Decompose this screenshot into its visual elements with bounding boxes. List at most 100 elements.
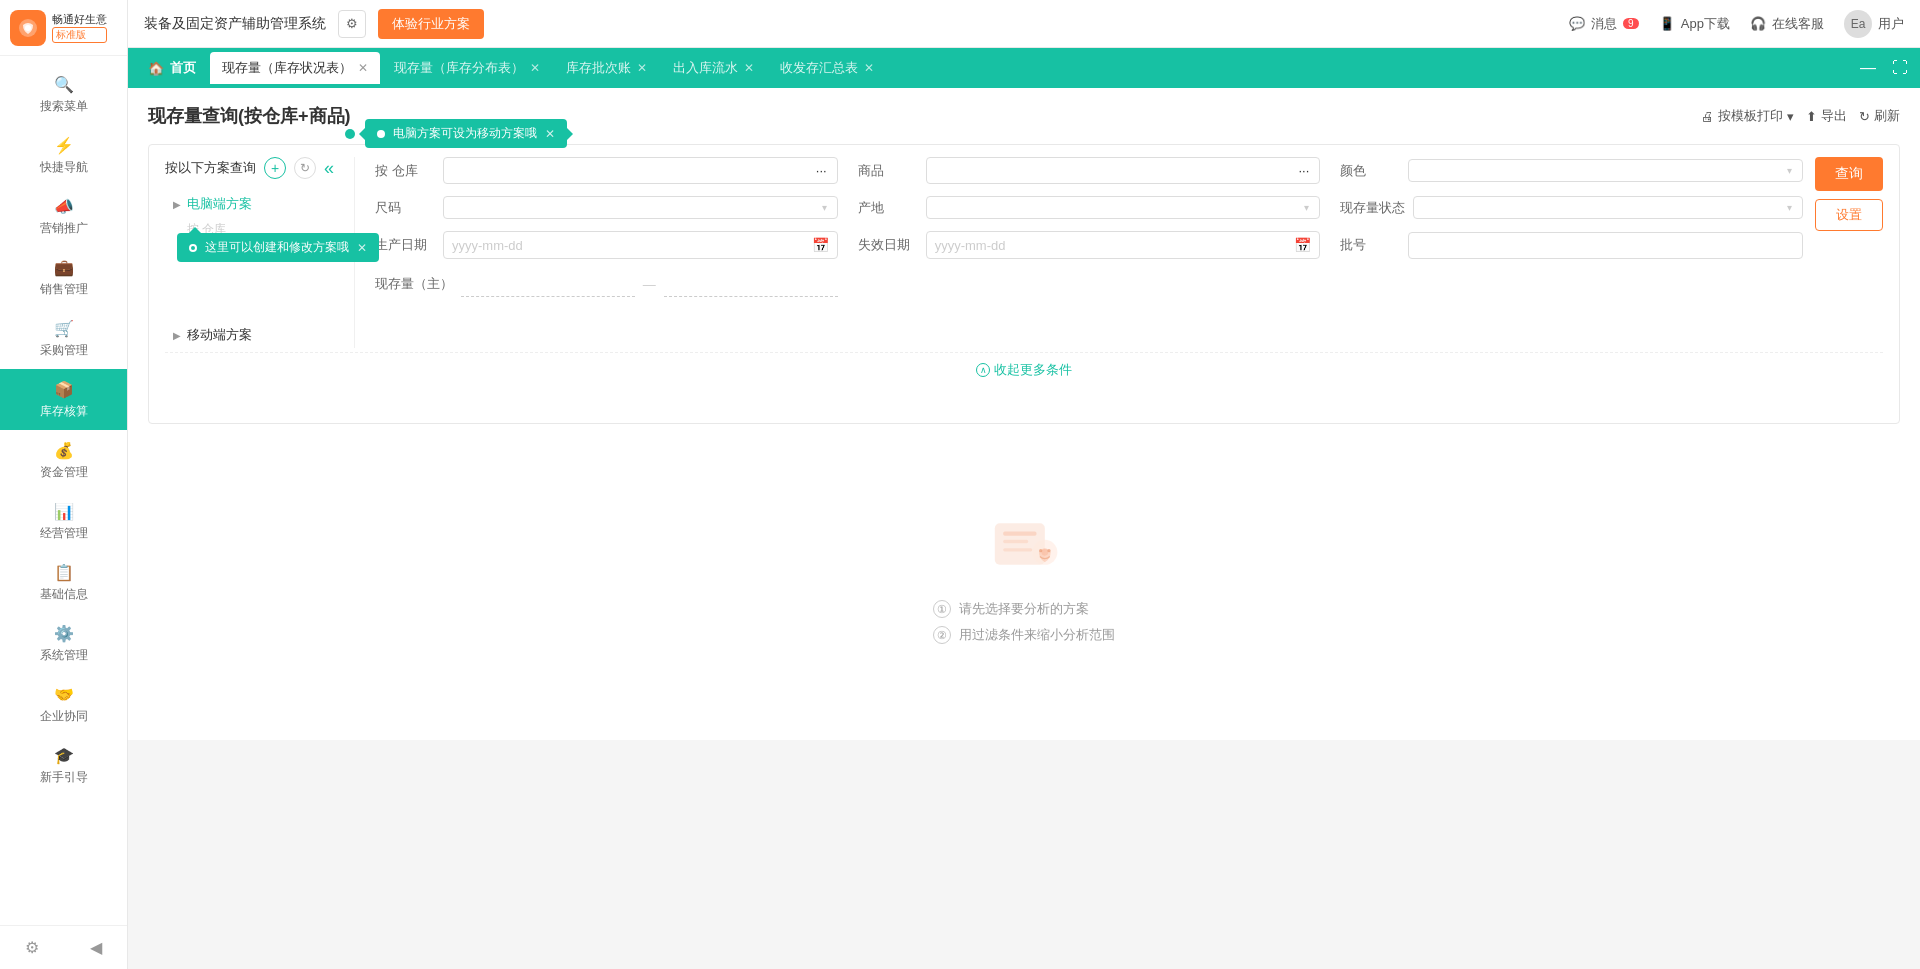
tab-close-icon[interactable]: ✕ xyxy=(864,61,874,75)
purchase-icon: 🛒 xyxy=(54,318,74,338)
scheme-mobile-label: 移动端方案 xyxy=(187,326,252,344)
sidebar-item-label: 快捷导航 xyxy=(40,159,88,176)
back-btn[interactable]: « xyxy=(324,158,334,179)
sidebar-item-finance[interactable]: 💰 资金管理 xyxy=(0,430,127,491)
sidebar-item-label: 资金管理 xyxy=(40,464,88,481)
empty-tip-1: ① 请先选择要分析的方案 xyxy=(933,600,1115,618)
tab-close-icon[interactable]: ✕ xyxy=(744,61,754,75)
sidebar-item-label: 采购管理 xyxy=(40,342,88,359)
message-action[interactable]: 💬 消息 9 xyxy=(1569,15,1639,33)
sidebar-item-marketing[interactable]: 📣 营销推广 xyxy=(0,186,127,247)
sidebar-item-enterprise[interactable]: 🤝 企业协同 xyxy=(0,674,127,735)
scheme-desktop[interactable]: ▶ 电脑端方案 xyxy=(173,191,338,217)
empty-tips: ① 请先选择要分析的方案 ② 用过滤条件来缩小分析范围 xyxy=(933,600,1115,644)
sidebar-item-label: 经营管理 xyxy=(40,525,88,542)
origin-label: 产地 xyxy=(858,199,918,217)
create-tooltip-close-btn[interactable]: ✕ xyxy=(357,241,367,255)
dots-icon: ··· xyxy=(816,163,827,178)
app-download-label: App下载 xyxy=(1681,15,1730,33)
tooltip-dot-empty xyxy=(189,244,197,252)
tab-close-icon[interactable]: ✕ xyxy=(358,61,368,75)
sidebar-item-system[interactable]: ⚙️ 系统管理 xyxy=(0,613,127,674)
range-separator: — xyxy=(643,277,656,292)
stock-status-dropdown-icon: ▾ xyxy=(1787,202,1792,213)
dots-icon-2: ··· xyxy=(1298,163,1309,178)
color-select[interactable]: ▾ xyxy=(1408,159,1803,182)
size-select[interactable]: ▾ xyxy=(443,196,838,219)
user-action[interactable]: Ea 用户 xyxy=(1844,10,1904,38)
collapse-conditions-btn[interactable]: ∧ 收起更多条件 xyxy=(165,352,1883,387)
header-settings-btn[interactable]: ⚙ xyxy=(338,10,366,38)
online-support-action[interactable]: 🎧 在线客服 xyxy=(1750,15,1824,33)
app-download-action[interactable]: 📱 App下载 xyxy=(1659,15,1730,33)
batch-input[interactable] xyxy=(1408,232,1803,259)
settings-icon[interactable]: ⚙ xyxy=(25,938,39,957)
goods-select[interactable]: ··· xyxy=(926,157,1321,184)
tab-minimize-icon[interactable]: — xyxy=(1856,56,1880,80)
home-icon: 🏠 xyxy=(148,61,164,76)
form-item-goods: 商品 ··· xyxy=(858,157,1321,184)
print-button[interactable]: 🖨 按模板打印 ▾ xyxy=(1701,107,1794,125)
sidebar-item-search[interactable]: 🔍 搜索菜单 xyxy=(0,64,127,125)
scheme-desktop-label: 电脑端方案 xyxy=(187,195,252,213)
tab-close-icon[interactable]: ✕ xyxy=(530,61,540,75)
tab-stock-status[interactable]: 现存量（库存状况表） ✕ xyxy=(210,52,380,84)
prod-date-calendar-icon[interactable]: 📅 xyxy=(812,237,829,253)
refresh-scheme-icon[interactable]: ↻ xyxy=(294,157,316,179)
tab-inout[interactable]: 出入库流水 ✕ xyxy=(661,52,766,84)
sidebar-item-purchase[interactable]: 🛒 采购管理 xyxy=(0,308,127,369)
tab-batch[interactable]: 库存批次账 ✕ xyxy=(554,52,659,84)
tip-text-1: 请先选择要分析的方案 xyxy=(959,600,1089,618)
origin-select[interactable]: ▾ xyxy=(926,196,1321,219)
form-row-4: 现存量（主） — xyxy=(375,271,1803,297)
phone-icon: 📱 xyxy=(1659,16,1675,31)
tab-collect[interactable]: 收发存汇总表 ✕ xyxy=(768,52,886,84)
search-button[interactable]: 查询 xyxy=(1815,157,1883,191)
experience-button[interactable]: 体验行业方案 xyxy=(378,9,484,39)
sidebar-item-basic[interactable]: 📋 基础信息 xyxy=(0,552,127,613)
expire-date-input[interactable]: yyyy-mm-dd 📅 xyxy=(926,231,1321,259)
tab-collect-label: 收发存汇总表 xyxy=(780,59,858,77)
tab-inout-label: 出入库流水 xyxy=(673,59,738,77)
svg-rect-5 xyxy=(1003,548,1032,551)
empty-state: ① 请先选择要分析的方案 ② 用过滤条件来缩小分析范围 xyxy=(148,424,1900,724)
form-area: 按 仓库 ··· 商品 ··· xyxy=(355,157,1803,348)
tab-stock-dist[interactable]: 现存量（库存分布表） ✕ xyxy=(382,52,552,84)
tab-close-icon[interactable]: ✕ xyxy=(637,61,647,75)
form-row-1: 按 仓库 ··· 商品 ··· xyxy=(375,157,1803,184)
stock-status-select[interactable]: ▾ xyxy=(1413,196,1803,219)
warehouse-select[interactable]: ··· xyxy=(443,157,838,184)
expire-date-calendar-icon[interactable]: 📅 xyxy=(1294,237,1311,253)
inventory-icon: 📦 xyxy=(54,379,74,399)
sidebar-item-sales[interactable]: 💼 销售管理 xyxy=(0,247,127,308)
tab-home[interactable]: 🏠 首页 xyxy=(136,52,208,84)
scheme-mobile[interactable]: ▶ 移动端方案 xyxy=(173,322,338,348)
form-item-size: 尺码 ▾ xyxy=(375,196,838,219)
batch-label: 批号 xyxy=(1340,236,1400,254)
reset-button[interactable]: 设置 xyxy=(1815,199,1883,231)
export-button[interactable]: ⬆ 导出 xyxy=(1806,107,1847,125)
add-scheme-btn[interactable]: + xyxy=(264,157,286,179)
tab-fullscreen-icon[interactable]: ⛶ xyxy=(1888,56,1912,80)
svg-point-7 xyxy=(1042,549,1049,556)
prod-date-input[interactable]: yyyy-mm-dd 📅 xyxy=(443,231,838,259)
stock-main-min-input[interactable] xyxy=(461,271,635,297)
stock-main-max-input[interactable] xyxy=(664,271,838,297)
tab-home-label: 首页 xyxy=(170,59,196,77)
sidebar-nav: 🔍 搜索菜单 ⚡ 快捷导航 📣 营销推广 💼 销售管理 🛒 采购管理 📦 库存核… xyxy=(0,56,127,925)
tooltip-close-btn[interactable]: ✕ xyxy=(545,127,555,141)
refresh-button[interactable]: ↻ 刷新 xyxy=(1859,107,1900,125)
sidebar-item-guide[interactable]: 🎓 新手引导 xyxy=(0,735,127,796)
sidebar-item-operations[interactable]: 📊 经营管理 xyxy=(0,491,127,552)
sidebar-item-label: 新手引导 xyxy=(40,769,88,786)
tab-batch-label: 库存批次账 xyxy=(566,59,631,77)
print-label: 按模板打印 xyxy=(1718,107,1783,125)
message-label: 消息 xyxy=(1591,15,1617,33)
sidebar-item-quicknav[interactable]: ⚡ 快捷导航 xyxy=(0,125,127,186)
collapse-sidebar-icon[interactable]: ◀ xyxy=(90,938,102,957)
sidebar: 畅通好生意 标准版 🔍 搜索菜单 ⚡ 快捷导航 📣 营销推广 💼 销售管理 🛒 … xyxy=(0,0,128,969)
empty-illustration xyxy=(974,504,1074,584)
sidebar-item-inventory[interactable]: 📦 库存核算 xyxy=(0,369,127,430)
page-title: 现存量查询(按仓库+商品) xyxy=(148,104,351,128)
svg-point-8 xyxy=(1039,549,1042,552)
